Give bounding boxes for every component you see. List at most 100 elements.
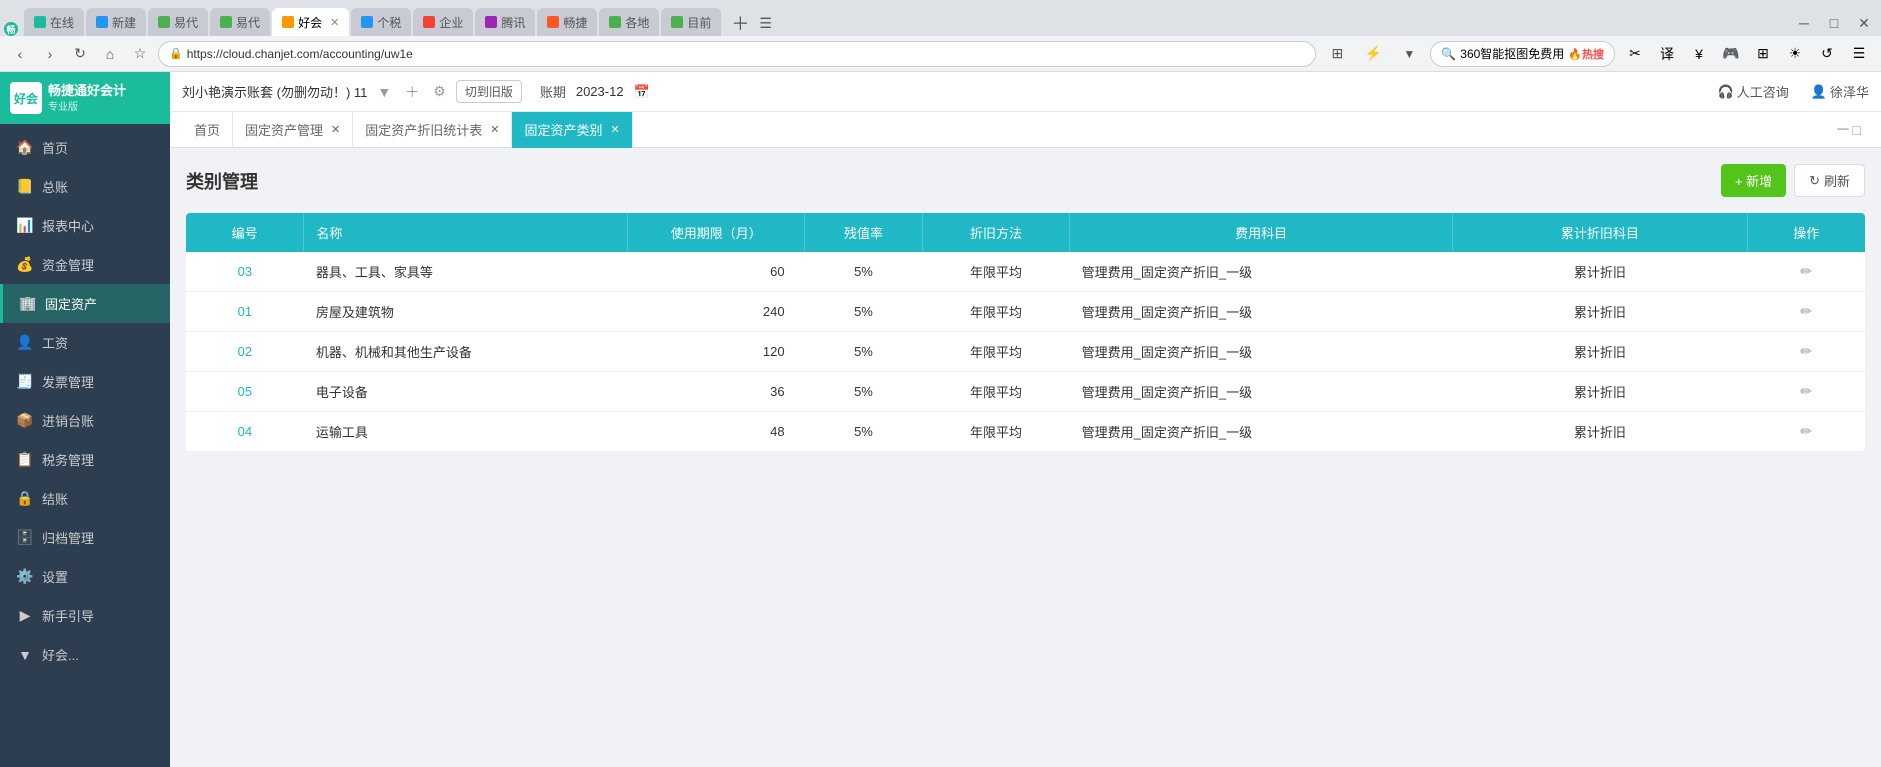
sidebar-item-tax[interactable]: 📋 税务管理: [0, 440, 170, 479]
guide-icon: ▶: [16, 607, 34, 625]
browser-tab-muqian[interactable]: 目前: [661, 8, 721, 36]
cell-accumulated-1: 累计折旧: [1453, 292, 1748, 332]
window-close-btn[interactable]: ✕: [1851, 10, 1877, 36]
forward-btn[interactable]: ›: [38, 42, 62, 66]
sidebar-item-archive[interactable]: 🗄️ 归档管理: [0, 518, 170, 557]
tab-close-asset-mgmt[interactable]: ✕: [331, 123, 340, 136]
sidebar-label-finance: 资金管理: [42, 255, 94, 274]
sidebar-item-guide[interactable]: ▶ 新手引导: [0, 596, 170, 635]
edit-btn-2[interactable]: ✏: [1800, 343, 1812, 359]
tab-settings-icon[interactable]: ☰: [759, 15, 772, 32]
sidebar-item-fixed-assets[interactable]: 🏢 固定资产: [0, 284, 170, 323]
sidebar-item-closing[interactable]: 🔒 结账: [0, 479, 170, 518]
undo-icon[interactable]: ↺: [1813, 40, 1841, 68]
url-text: https://cloud.chanjet.com/accounting/uw1…: [187, 47, 413, 61]
home-btn[interactable]: ⌂: [98, 42, 122, 66]
sidebar-item-reports[interactable]: 📊 报表中心: [0, 206, 170, 245]
sidebar-logo: 好会 畅捷通好会计 专业版: [0, 72, 170, 124]
add-account-icon[interactable]: ＋: [405, 82, 419, 102]
content-tab-category[interactable]: 固定资产类别 ✕: [512, 112, 632, 148]
sidebar-item-salary[interactable]: 👤 工资: [0, 323, 170, 362]
tab-close-icon[interactable]: ✕: [330, 16, 339, 29]
edit-btn-1[interactable]: ✏: [1800, 303, 1812, 319]
sidebar-item-finance[interactable]: 💰 资金管理: [0, 245, 170, 284]
sidebar-item-invoice[interactable]: 🧾 发票管理: [0, 362, 170, 401]
refresh-btn[interactable]: ↻ 刷新: [1794, 164, 1865, 197]
col-header-accumulated: 累计折旧科目: [1453, 213, 1748, 252]
window-minimize-btn[interactable]: ─: [1791, 10, 1817, 36]
browser-dropdown-btn[interactable]: ▼: [1394, 47, 1424, 61]
cell-months-4: 48: [628, 412, 805, 452]
tab-minimize-icon[interactable]: ─: [1837, 121, 1848, 139]
page-title-area: 类别管理 + 新增 ↻ 刷新: [186, 164, 1865, 197]
closing-icon: 🔒: [16, 490, 34, 508]
invoice-icon: 🧾: [16, 373, 34, 391]
browser-tools-btn[interactable]: ⊞: [1322, 45, 1352, 62]
sidebar-item-settings[interactable]: ⚙️ 设置: [0, 557, 170, 596]
cell-months-3: 36: [628, 372, 805, 412]
table-row: 05 电子设备 36 5% 年限平均 管理费用_固定资产折旧_一级 累计折旧 ✏: [186, 372, 1865, 412]
browser-tab-yidai2[interactable]: 易代: [210, 8, 270, 36]
cell-accumulated-0: 累计折旧: [1453, 252, 1748, 292]
translate-icon[interactable]: 译: [1653, 40, 1681, 68]
sidebar-item-home[interactable]: 🏠 首页: [0, 128, 170, 167]
settings-gear-icon[interactable]: ⚙: [433, 83, 446, 100]
consultant-btn[interactable]: 🎧 人工咨询: [1718, 82, 1789, 101]
main-content: 类别管理 + 新增 ↻ 刷新 编号 名称 使用期限（月） 残值率: [170, 148, 1881, 767]
lock-icon: 🔒: [169, 47, 183, 60]
wallet-icon[interactable]: ¥: [1685, 40, 1713, 68]
cell-name-2: 机器、机械和其他生产设备: [304, 332, 628, 372]
address-bar[interactable]: 🔒 https://cloud.chanjet.com/accounting/u…: [158, 41, 1316, 67]
switch-version-btn[interactable]: 切到旧版: [456, 80, 522, 103]
sidebar-item-ledger[interactable]: 📒 总账: [0, 167, 170, 206]
cell-expense-1: 管理费用_固定资产折旧_一级: [1070, 292, 1453, 332]
browser-tab-gedi[interactable]: 各地: [599, 8, 659, 36]
browser-tab-geshui[interactable]: 个税: [351, 8, 411, 36]
sidebar-label-fixed-assets: 固定资产: [45, 294, 97, 313]
cell-id-1: 01: [186, 292, 304, 332]
browser-lightning-btn[interactable]: ⚡: [1358, 45, 1388, 62]
sidebar-label-reports: 报表中心: [42, 216, 94, 235]
browser-tab-haokuai[interactable]: 好会 ✕: [272, 8, 349, 36]
content-tab-asset-mgmt[interactable]: 固定资产管理 ✕: [233, 112, 353, 148]
edit-btn-4[interactable]: ✏: [1800, 423, 1812, 439]
content-tab-home[interactable]: 首页: [182, 112, 233, 148]
tab-close-category[interactable]: ✕: [611, 123, 620, 136]
add-btn[interactable]: + 新增: [1721, 164, 1786, 197]
app-container: 好会 畅捷通好会计 专业版 🏠 首页 📒 总账 📊 报表中心 💰 资金管理: [0, 72, 1881, 767]
tab-restore-icon[interactable]: □: [1853, 122, 1861, 138]
reload-btn[interactable]: ↻: [68, 42, 92, 66]
calendar-icon[interactable]: 📅: [634, 84, 650, 100]
sun-icon[interactable]: ☀: [1781, 40, 1809, 68]
window-maximize-btn[interactable]: □: [1821, 10, 1847, 36]
col-header-residual: 残值率: [805, 213, 923, 252]
bookmark-btn[interactable]: ☆: [128, 42, 152, 66]
search-bar[interactable]: 🔍 360智能抠图免费用 🔥热搜: [1430, 41, 1615, 67]
menu-icon[interactable]: ☰: [1845, 40, 1873, 68]
browser-tab-tencent[interactable]: 腾讯: [475, 8, 535, 36]
new-tab-icon[interactable]: ＋: [731, 10, 749, 36]
back-btn[interactable]: ‹: [8, 42, 32, 66]
edit-btn-0[interactable]: ✏: [1800, 263, 1812, 279]
edit-btn-3[interactable]: ✏: [1800, 383, 1812, 399]
sidebar-item-inventory[interactable]: 📦 进销台账: [0, 401, 170, 440]
tab-close-depreciation[interactable]: ✕: [490, 123, 499, 136]
table-row: 03 器具、工具、家具等 60 5% 年限平均 管理费用_固定资产折旧_一级 累…: [186, 252, 1865, 292]
user-profile-btn[interactable]: 👤 徐泽华: [1811, 82, 1869, 101]
browser-tab-changjie[interactable]: 畅捷: [537, 8, 597, 36]
cell-method-3: 年限平均: [922, 372, 1069, 412]
browser-tab-xinjian[interactable]: 新建: [86, 8, 146, 36]
action-buttons: + 新增 ↻ 刷新: [1721, 164, 1865, 197]
game-icon[interactable]: 🎮: [1717, 40, 1745, 68]
tab-action-icons: ＋ ☰: [731, 10, 772, 36]
browser-tab-yidai1[interactable]: 易代: [148, 8, 208, 36]
content-tab-depreciation[interactable]: 固定资产折旧统计表 ✕: [353, 112, 512, 148]
account-dropdown-icon[interactable]: ▼: [377, 84, 391, 100]
browser-tab-zaixin[interactable]: 在线: [24, 8, 84, 36]
cell-expense-0: 管理费用_固定资产折旧_一级: [1070, 252, 1453, 292]
browser-tab-qiye[interactable]: 企业: [413, 8, 473, 36]
scissors-icon[interactable]: ✂: [1621, 40, 1649, 68]
grid-icon[interactable]: ⊞: [1749, 40, 1777, 68]
sidebar-item-more[interactable]: ▼ 好会...: [0, 635, 170, 674]
table-row: 04 运输工具 48 5% 年限平均 管理费用_固定资产折旧_一级 累计折旧 ✏: [186, 412, 1865, 452]
